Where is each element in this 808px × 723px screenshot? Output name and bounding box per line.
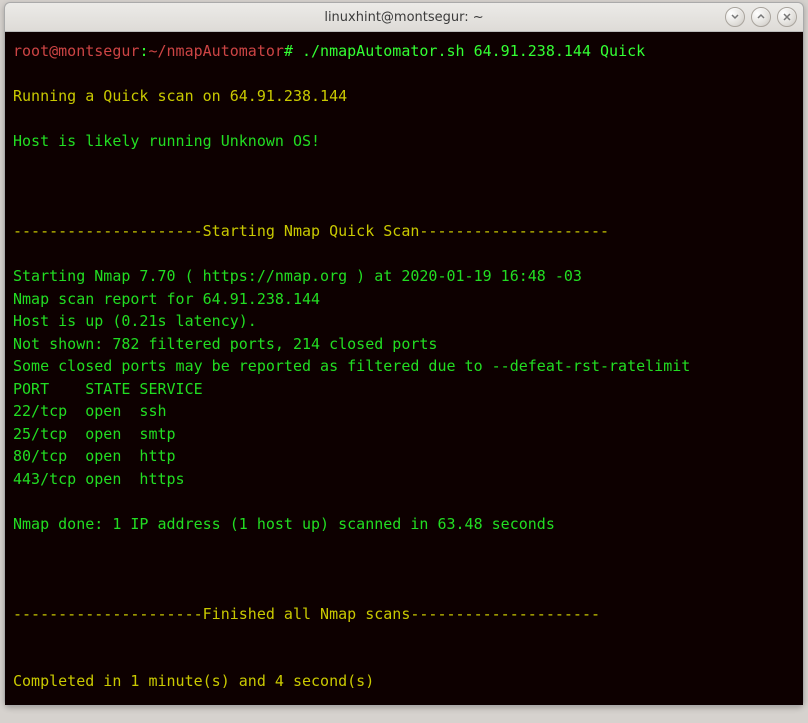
running-line: Running a Quick scan on 64.91.238.144: [13, 87, 347, 105]
nmap-line-7: 22/tcp open ssh: [13, 402, 167, 420]
prompt-user-host: root@montsegur: [13, 42, 139, 60]
prompt-path: ~/nmapAutomator: [148, 42, 283, 60]
maximize-icon: [756, 12, 766, 22]
finished-divider: ---------------------Finished all Nmap s…: [13, 605, 600, 623]
nmap-line-2: Nmap scan report for 64.91.238.144: [13, 290, 320, 308]
nmap-line-10: 443/tcp open https: [13, 470, 185, 488]
nmap-line-8: 25/tcp open smtp: [13, 425, 176, 443]
terminal-body[interactable]: root@montsegur:~/nmapAutomator# ./nmapAu…: [5, 32, 803, 705]
host-os-line: Host is likely running Unknown OS!: [13, 132, 320, 150]
maximize-button[interactable]: [751, 7, 771, 27]
nmap-line-3: Host is up (0.21s latency).: [13, 312, 257, 330]
command-text: ./nmapAutomator.sh 64.91.238.144 Quick: [293, 42, 645, 60]
window-title: linuxhint@montsegur: ~: [324, 10, 483, 25]
nmap-line-9: 80/tcp open http: [13, 447, 176, 465]
terminal-window: linuxhint@montsegur: ~ root@montsegur:~/…: [4, 2, 804, 706]
nmap-done-line: Nmap done: 1 IP address (1 host up) scan…: [13, 515, 555, 533]
prompt-hash: #: [284, 42, 293, 60]
titlebar[interactable]: linuxhint@montsegur: ~: [5, 3, 803, 32]
minimize-icon: [730, 12, 740, 22]
minimize-button[interactable]: [725, 7, 745, 27]
completed-line: Completed in 1 minute(s) and 4 second(s): [13, 672, 374, 690]
nmap-line-4: Not shown: 782 filtered ports, 214 close…: [13, 335, 437, 353]
close-button[interactable]: [777, 7, 797, 27]
window-buttons: [725, 7, 797, 27]
nmap-line-5: Some closed ports may be reported as fil…: [13, 357, 690, 375]
nmap-line-1: Starting Nmap 7.70 ( https://nmap.org ) …: [13, 267, 582, 285]
close-icon: [782, 12, 792, 22]
nmap-line-6: PORT STATE SERVICE: [13, 380, 203, 398]
starting-divider: ---------------------Starting Nmap Quick…: [13, 222, 609, 240]
